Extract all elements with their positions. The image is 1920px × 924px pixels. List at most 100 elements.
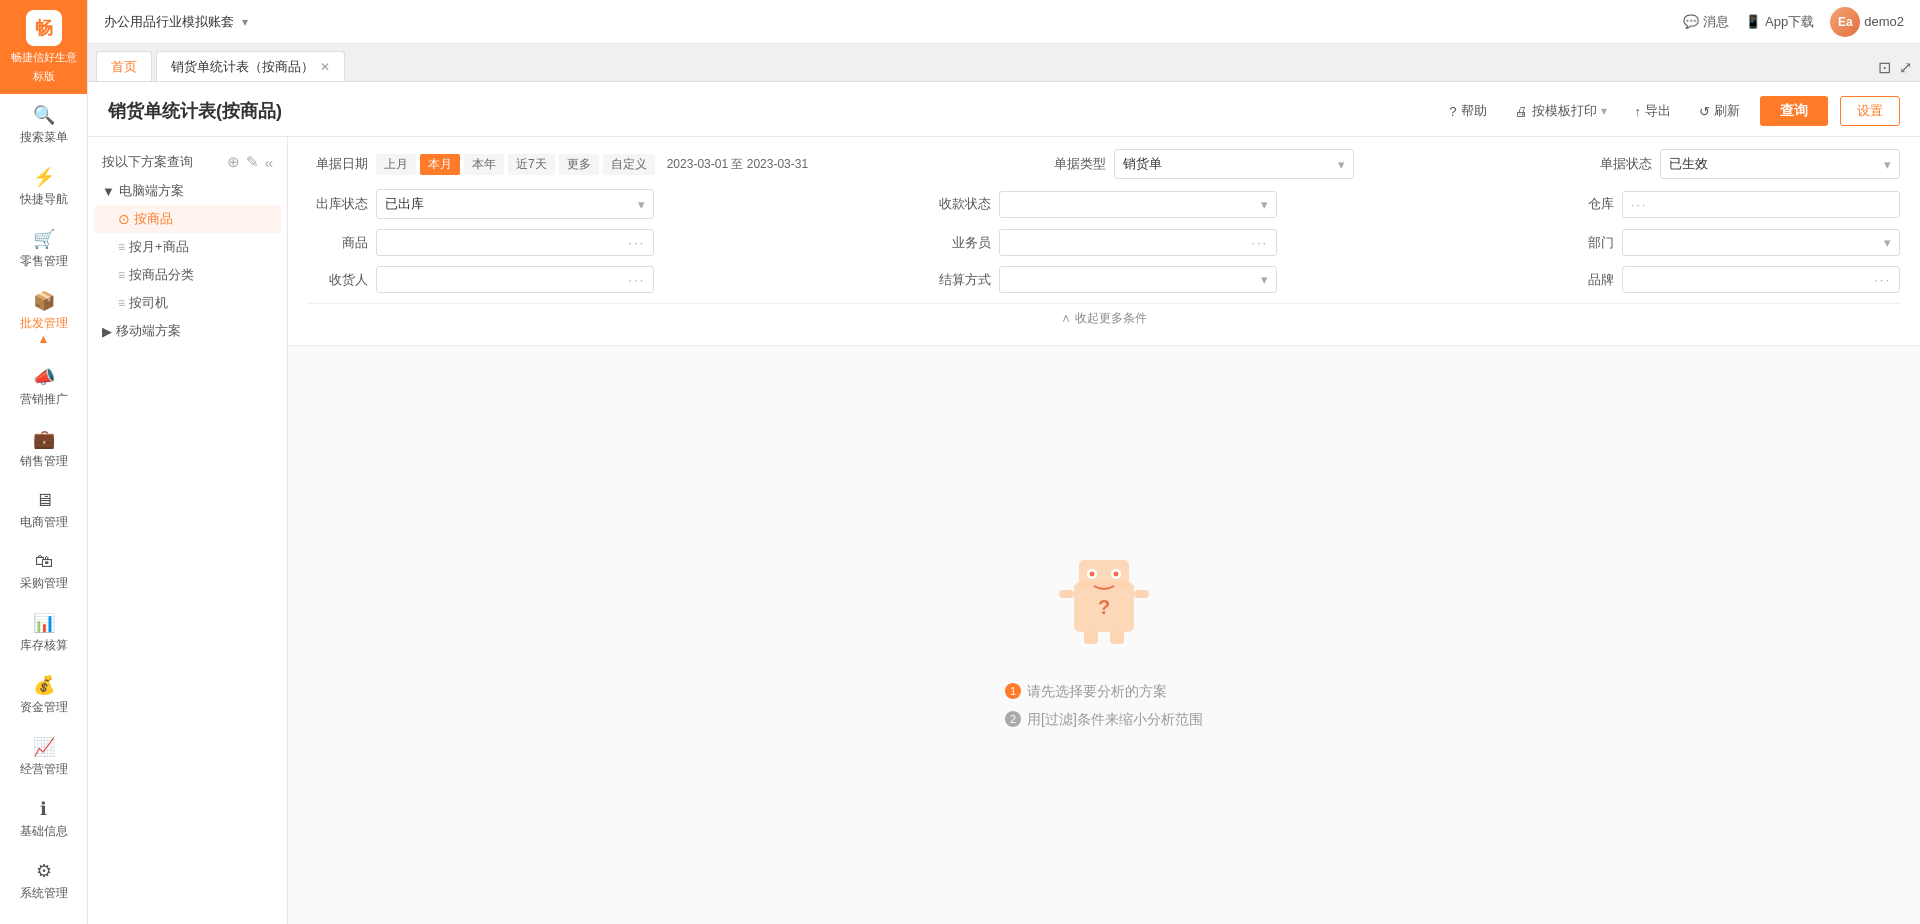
quick-nav-icon: ⚡ [33, 166, 55, 188]
sidebar-item-enterprise[interactable]: 🤝 企业协同 [0, 912, 87, 924]
warehouse-control[interactable]: ··· [1622, 191, 1900, 218]
tree-group-desktop[interactable]: ▼ 电脑端方案 [94, 177, 281, 205]
out-status-control[interactable]: 已出库 ▾ [376, 189, 654, 219]
app-download-button[interactable]: 📱 App下载 [1745, 13, 1814, 31]
tree-item-by-goods[interactable]: ⊙ 按商品 [94, 205, 281, 233]
date-tag-custom[interactable]: 自定义 [603, 154, 655, 175]
sidebar-item-ecommerce[interactable]: 🖥 电商管理 [0, 480, 87, 541]
salesperson-control[interactable]: ··· [999, 229, 1277, 256]
out-status-dropdown-icon: ▾ [638, 197, 645, 212]
goods-control[interactable]: ··· [376, 229, 654, 256]
date-range-display: 2023-03-01 至 2023-03-31 [667, 156, 808, 173]
topbar-dropdown-icon[interactable]: ▾ [242, 15, 248, 29]
tree-item-by-driver[interactable]: ≡ 按司机 [94, 289, 281, 317]
settlement-label: 结算方式 [931, 271, 991, 289]
sidebar-item-basic-info[interactable]: ℹ 基础信息 [0, 788, 87, 850]
status-dropdown-icon: ▾ [1884, 157, 1891, 172]
goods-dots: ··· [629, 235, 646, 250]
topbar-right: 💬 消息 📱 App下载 Ea demo2 [1683, 7, 1904, 37]
sidebar-item-system[interactable]: ⚙ 系统管理 [0, 850, 87, 912]
sidebar-item-marketing[interactable]: 📣 营销推广 [0, 356, 87, 418]
receiver-control[interactable]: ··· [376, 266, 654, 293]
collection-control[interactable]: ▾ [999, 191, 1277, 218]
sidebar-item-retail[interactable]: 🛒 零售管理 [0, 218, 87, 280]
collapse-label: ∧ 收起更多条件 [1061, 311, 1146, 325]
brand-dots: ··· [1874, 272, 1891, 287]
type-value: 销货单 [1123, 155, 1162, 173]
tree-item-by-month-goods[interactable]: ≡ 按月+商品 [94, 233, 281, 261]
status-control[interactable]: 已生效 ▾ [1660, 149, 1900, 179]
edit-scheme-icon[interactable]: ✎ [246, 153, 259, 171]
date-tag-more[interactable]: 更多 [559, 154, 599, 175]
basic-info-icon: ℹ [40, 798, 47, 820]
tree-item-by-category[interactable]: ≡ 按商品分类 [94, 261, 281, 289]
tree-group-mobile[interactable]: ▶ 移动端方案 [94, 317, 281, 345]
receiver-dots: ··· [629, 272, 646, 287]
app-download-icon: 📱 [1745, 14, 1761, 29]
refresh-icon: ↺ [1699, 104, 1710, 119]
sales-icon: 💼 [33, 428, 55, 450]
sidebar-item-search[interactable]: 🔍 搜索菜单 [0, 94, 87, 156]
tip-text-2: 用[过滤]条件来缩小分析范围 [1027, 705, 1203, 733]
date-tag-this-month[interactable]: 本月 [420, 154, 460, 175]
result-area: ? 1 请先选择要分析的方案 2 用[过滤]条件来缩小分析范围 [288, 346, 1920, 924]
body-area: 按以下方案查询 ⊕ ✎ « ▼ 电脑端方案 ⊙ 按商品 [88, 137, 1920, 924]
collapse-panel-icon[interactable]: « [265, 154, 273, 171]
type-control[interactable]: 销货单 ▾ [1114, 149, 1354, 179]
empty-tip-1: 1 请先选择要分析的方案 [1005, 677, 1203, 705]
print-dropdown-icon: ▾ [1601, 104, 1607, 118]
finance-icon: 💰 [33, 674, 55, 696]
refresh-button[interactable]: ↺ 刷新 [1691, 98, 1748, 124]
tab-home[interactable]: 首页 [96, 51, 152, 81]
date-tag-last-month[interactable]: 上月 [376, 154, 416, 175]
date-tag-this-year[interactable]: 本年 [464, 154, 504, 175]
tab-close-icon[interactable]: ✕ [320, 60, 330, 74]
help-icon: ? [1449, 104, 1456, 119]
sidebar-item-sales[interactable]: 💼 销售管理 [0, 418, 87, 480]
svg-rect-1 [1079, 560, 1129, 588]
driver-icon: ≡ [118, 296, 125, 310]
export-button[interactable]: ↑ 导出 [1627, 98, 1680, 124]
goods-label: 商品 [308, 234, 368, 252]
page-title-row: 销货单统计表(按商品) ? 帮助 🖨 按模板打印 ▾ ↑ 导出 [108, 96, 1900, 136]
empty-illustration: ? [1044, 537, 1164, 657]
tip-text-1: 请先选择要分析的方案 [1027, 677, 1167, 705]
panel-header: 按以下方案查询 ⊕ ✎ « [88, 147, 287, 177]
type-label: 单据类型 [1046, 155, 1106, 173]
sidebar-item-inventory[interactable]: 📊 库存核算 [0, 602, 87, 664]
tab-sales-stats[interactable]: 销货单统计表（按商品） ✕ [156, 51, 345, 81]
purchase-icon: 🛍 [35, 551, 53, 572]
settlement-control[interactable]: ▾ [999, 266, 1277, 293]
brand-control[interactable]: ··· [1622, 266, 1900, 293]
message-button[interactable]: 💬 消息 [1683, 13, 1729, 31]
collapse-bar[interactable]: ∧ 收起更多条件 [308, 303, 1900, 333]
tab-restore-icon[interactable]: ⊡ [1878, 58, 1891, 77]
template-print-button[interactable]: 🖨 按模板打印 ▾ [1507, 98, 1615, 124]
collection-dropdown-icon: ▾ [1261, 197, 1268, 212]
help-button[interactable]: ? 帮助 [1441, 98, 1494, 124]
ecommerce-icon: 🖥 [35, 490, 53, 511]
svg-rect-6 [1059, 590, 1074, 598]
svg-point-3 [1090, 572, 1095, 577]
settings-button[interactable]: 设置 [1840, 96, 1900, 126]
filter-row-2: 出库状态 已出库 ▾ 收款状态 ▾ 仓库 [308, 189, 1900, 219]
sidebar-item-quick-nav[interactable]: ⚡ 快捷导航 [0, 156, 87, 218]
department-control[interactable]: ▾ [1622, 229, 1900, 256]
sidebar-item-finance[interactable]: 💰 资金管理 [0, 664, 87, 726]
home-tab-label: 首页 [111, 58, 137, 76]
date-tag-last-7-days[interactable]: 近7天 [508, 154, 555, 175]
query-button[interactable]: 查询 [1760, 96, 1828, 126]
page-title: 销货单统计表(按商品) [108, 99, 282, 123]
sidebar-item-purchase[interactable]: 🛍 采购管理 [0, 541, 87, 602]
salesperson-dots: ··· [1251, 235, 1268, 250]
sidebar: 畅 畅捷信好生意 标版 🔍 搜索菜单 ⚡ 快捷导航 🛒 零售管理 📦 批发管理 … [0, 0, 88, 924]
warehouse-label: 仓库 [1554, 195, 1614, 213]
sidebar-item-wholesale[interactable]: 📦 批发管理 ▲ [0, 280, 87, 356]
sidebar-item-operations[interactable]: 📈 经营管理 [0, 726, 87, 788]
tab-fullscreen-icon[interactable]: ⤢ [1899, 58, 1912, 77]
add-scheme-icon[interactable]: ⊕ [227, 153, 240, 171]
retail-icon: 🛒 [33, 228, 55, 250]
logo-area[interactable]: 畅 畅捷信好生意 标版 [0, 0, 87, 94]
month-goods-icon: ≡ [118, 240, 125, 254]
user-menu[interactable]: Ea demo2 [1830, 7, 1904, 37]
